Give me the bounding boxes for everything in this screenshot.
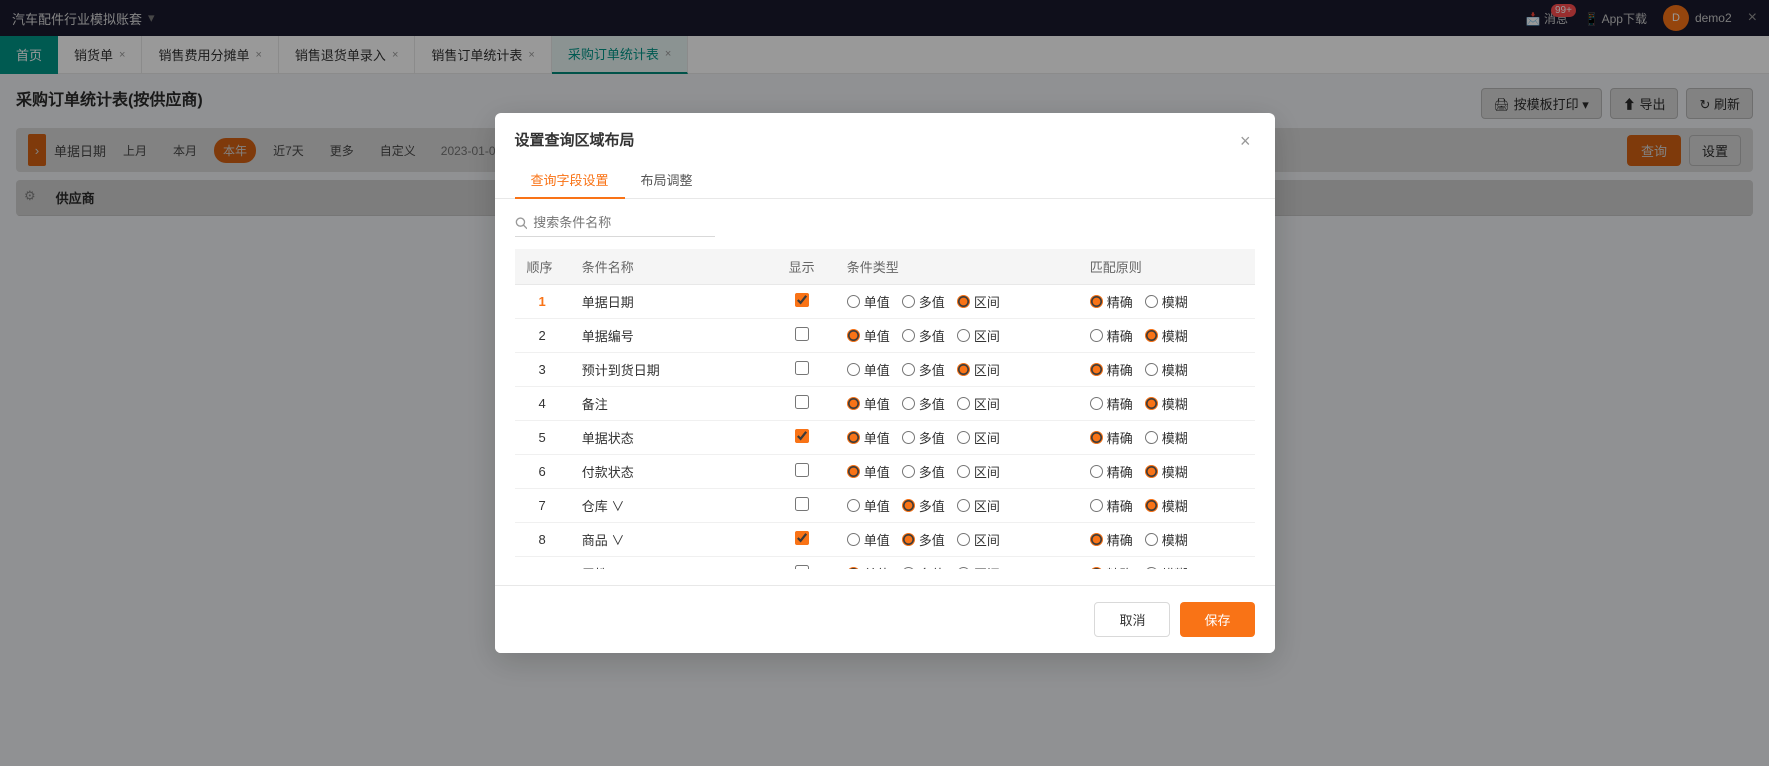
row-type: 单值 多值 区间 — [835, 557, 1078, 570]
row-name: 备注 — [570, 387, 769, 421]
row-name: 付款状态 — [570, 455, 769, 489]
row-type: 单值 多值 区间 — [835, 421, 1078, 455]
table-row: 2 单据编号 单值 多值 区间 — [515, 319, 1255, 353]
modal-body: 顺序 条件名称 显示 条件类型 匹配原则 1 单据日期 — [495, 199, 1275, 585]
row-type: 单值 多值 区间 — [835, 319, 1078, 353]
table-header-row: 顺序 条件名称 显示 条件类型 匹配原则 — [515, 249, 1255, 285]
row-display[interactable] — [769, 557, 835, 570]
table-row: 9 属性 ∨ 单值 多值 区间 — [515, 557, 1255, 570]
row-match: 精确 模糊 — [1078, 421, 1255, 455]
cancel-button[interactable]: 取消 — [1094, 602, 1170, 637]
row-display[interactable] — [769, 353, 835, 387]
settings-modal: 设置查询区域布局 查询字段设置 布局调整 × — [495, 113, 1275, 653]
save-button[interactable]: 保存 — [1180, 602, 1254, 637]
conditions-table-wrapper: 顺序 条件名称 显示 条件类型 匹配原则 1 单据日期 — [515, 249, 1255, 569]
row-match: 精确 模糊 — [1078, 455, 1255, 489]
table-row: 4 备注 单值 多值 区间 — [515, 387, 1255, 421]
row-order: 9 — [515, 557, 570, 570]
table-row: 6 付款状态 单值 多值 区间 — [515, 455, 1255, 489]
modal-overlay: 设置查询区域布局 查询字段设置 布局调整 × — [0, 0, 1769, 766]
row-match: 精确 模糊 — [1078, 523, 1255, 557]
row-type: 单值 多值 区间 — [835, 285, 1078, 319]
row-display[interactable] — [769, 489, 835, 523]
row-type: 单值 多值 区间 — [835, 523, 1078, 557]
row-display[interactable] — [769, 319, 835, 353]
row-match: 精确 模糊 — [1078, 557, 1255, 570]
row-display[interactable] — [769, 421, 835, 455]
row-order: 1 — [515, 285, 570, 319]
row-order: 3 — [515, 353, 570, 387]
modal-footer: 取消 保存 — [495, 585, 1275, 653]
row-match: 精确 模糊 — [1078, 285, 1255, 319]
row-name: 单据日期 — [570, 285, 769, 319]
row-name: 仓库 ∨ — [570, 489, 769, 523]
table-row: 8 商品 ∨ 单值 多值 区间 — [515, 523, 1255, 557]
row-name: 商品 ∨ — [570, 523, 769, 557]
row-type: 单值 多值 区间 — [835, 353, 1078, 387]
row-match: 精确 模糊 — [1078, 353, 1255, 387]
table-row: 7 仓库 ∨ 单值 多值 区间 — [515, 489, 1255, 523]
row-name: 单据状态 — [570, 421, 769, 455]
row-name: 单据编号 — [570, 319, 769, 353]
col-type: 条件类型 — [835, 249, 1078, 285]
modal-tabs: 查询字段设置 布局调整 — [515, 162, 709, 198]
row-order: 7 — [515, 489, 570, 523]
row-type: 单值 多值 区间 — [835, 489, 1078, 523]
modal-close-button[interactable]: × — [1236, 129, 1255, 154]
table-row: 3 预计到货日期 单值 多值 区间 — [515, 353, 1255, 387]
row-order: 2 — [515, 319, 570, 353]
col-name: 条件名称 — [570, 249, 769, 285]
col-display: 显示 — [769, 249, 835, 285]
row-type: 单值 多值 区间 — [835, 455, 1078, 489]
row-display[interactable] — [769, 455, 835, 489]
modal-header: 设置查询区域布局 查询字段设置 布局调整 × — [495, 113, 1275, 199]
row-display[interactable] — [769, 523, 835, 557]
search-icon — [515, 216, 528, 230]
row-order: 4 — [515, 387, 570, 421]
search-input[interactable] — [533, 215, 714, 230]
condition-search-box — [515, 215, 715, 237]
row-order: 6 — [515, 455, 570, 489]
table-row: 1 单据日期 单值 多值 区间 — [515, 285, 1255, 319]
table-row: 5 单据状态 单值 多值 区间 — [515, 421, 1255, 455]
row-match: 精确 模糊 — [1078, 489, 1255, 523]
row-name: 属性 ∨ — [570, 557, 769, 570]
row-type: 单值 多值 区间 — [835, 387, 1078, 421]
modal-tab-query-fields[interactable]: 查询字段设置 — [515, 162, 625, 199]
modal-tab-layout-adjust[interactable]: 布局调整 — [625, 162, 709, 199]
row-match: 精确 模糊 — [1078, 319, 1255, 353]
row-name: 预计到货日期 — [570, 353, 769, 387]
row-display[interactable] — [769, 387, 835, 421]
row-order: 8 — [515, 523, 570, 557]
row-display[interactable] — [769, 285, 835, 319]
col-match: 匹配原则 — [1078, 249, 1255, 285]
col-order: 顺序 — [515, 249, 570, 285]
conditions-table: 顺序 条件名称 显示 条件类型 匹配原则 1 单据日期 — [515, 249, 1255, 569]
row-order: 5 — [515, 421, 570, 455]
modal-title: 设置查询区域布局 — [515, 129, 709, 162]
row-match: 精确 模糊 — [1078, 387, 1255, 421]
